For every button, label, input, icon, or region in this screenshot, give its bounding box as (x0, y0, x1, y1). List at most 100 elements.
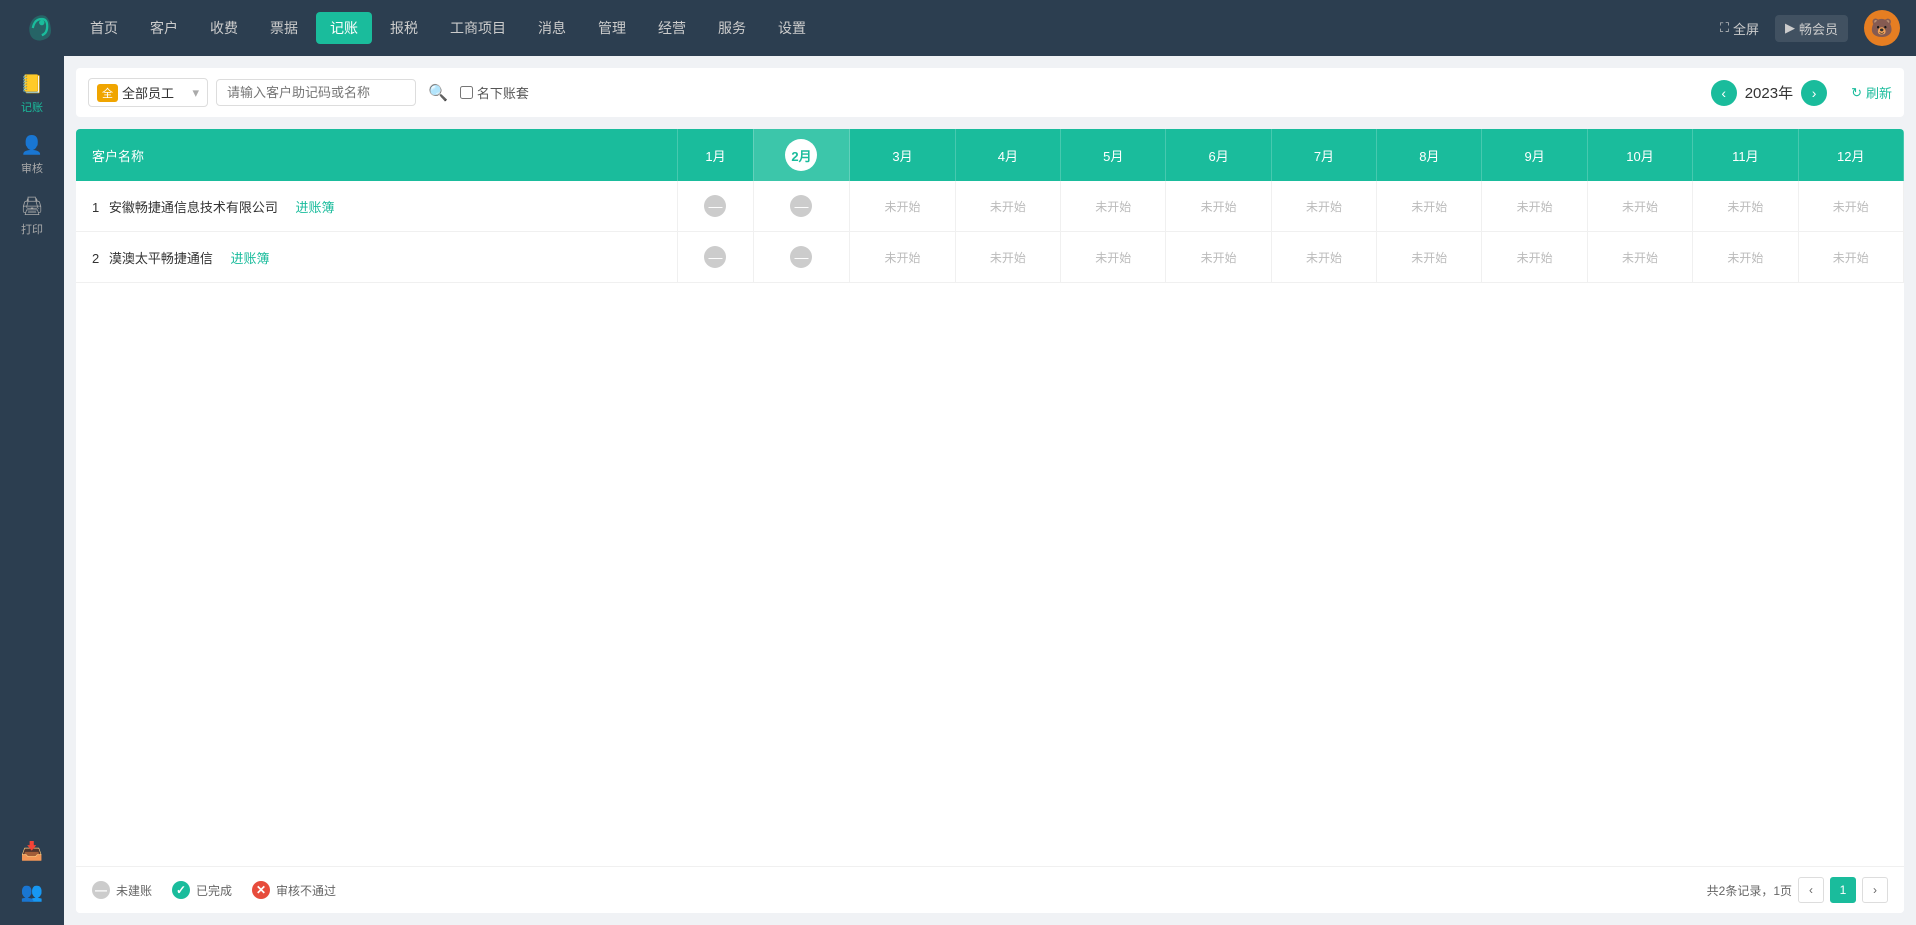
legend-dot-teal: ✓ (172, 881, 190, 899)
status-not-started: 未开始 (1095, 251, 1131, 265)
month-cell-0-4: 未开始 (1061, 181, 1166, 232)
sidebar-item-accounting[interactable]: 📒 记账 (0, 64, 64, 125)
legend-dot-red: ✕ (252, 881, 270, 899)
dropdown-icon: ▾ (192, 85, 199, 101)
nav-customer[interactable]: 客户 (136, 12, 192, 44)
users-icon: 👥 (21, 882, 43, 903)
status-not-started: 未开始 (885, 251, 921, 265)
month-cell-1-1: — (753, 232, 850, 283)
month-cell-1-9: 未开始 (1587, 232, 1692, 283)
sidebar-label-print: 打印 (21, 221, 43, 237)
total-records: 共2条记录，1页 (1707, 882, 1792, 899)
year-next-button[interactable]: › (1801, 80, 1827, 106)
nav-billing[interactable]: 收费 (196, 12, 252, 44)
status-not-started: 未开始 (1306, 200, 1342, 214)
print-icon: 🖨 (21, 196, 44, 217)
account-filter-label[interactable]: 名下账套 (460, 83, 529, 102)
nav-manage[interactable]: 管理 (584, 12, 640, 44)
status-not-created: — (790, 195, 812, 217)
table-header: 客户名称 1月 2月 3月 4月 5月 6月 7月 8月 9月 (76, 129, 1904, 181)
vip-button[interactable]: ▶ 畅会员 (1775, 15, 1848, 42)
month-cell-1-5: 未开始 (1166, 232, 1271, 283)
user-avatar[interactable]: 🐻 (1864, 10, 1900, 46)
audit-icon: 👤 (21, 135, 43, 156)
col-month-10: 10月 (1587, 129, 1692, 181)
month-cell-0-3: 未开始 (955, 181, 1060, 232)
nav-menu: 首页 客户 收费 票据 记账 报税 工商项目 消息 管理 经营 服务 设置 (76, 12, 1720, 44)
status-not-started: 未开始 (990, 251, 1026, 265)
year-navigation: ‹ 2023年 › (1711, 80, 1827, 106)
customer-index: 1 (92, 200, 99, 215)
legend-not-created: — 未建账 (92, 881, 152, 899)
search-input[interactable] (216, 79, 416, 106)
fullscreen-icon: ⛶ (1720, 20, 1729, 36)
page-prev-button[interactable]: ‹ (1798, 877, 1824, 903)
sidebar-item-users[interactable]: 👥 (21, 872, 43, 913)
month-cell-1-2: 未开始 (850, 232, 955, 283)
download-icon: 📥 (21, 841, 43, 862)
month-cell-1-0: — (678, 232, 753, 283)
play-icon: ▶ (1785, 20, 1795, 36)
col-month-5: 5月 (1061, 129, 1166, 181)
vip-label: 畅会员 (1799, 19, 1838, 38)
month-cell-1-7: 未开始 (1377, 232, 1482, 283)
page-next-button[interactable]: › (1862, 877, 1888, 903)
year-prev-button[interactable]: ‹ (1711, 80, 1737, 106)
month-cell-0-0: — (678, 181, 753, 232)
col-month-2: 2月 (753, 129, 850, 181)
entry-link-1[interactable]: 进账簿 (231, 251, 270, 266)
pagination: 共2条记录，1页 ‹ 1 › (1707, 877, 1888, 903)
search-button[interactable]: 🔍 (424, 79, 452, 107)
main-content: 全 全部员工 ▾ 🔍 名下账套 ‹ 2023年 › ↻ 刷新 (64, 56, 1916, 925)
refresh-button[interactable]: ↻ 刷新 (1851, 83, 1892, 102)
status-not-started: 未开始 (1833, 200, 1869, 214)
nav-home[interactable]: 首页 (76, 12, 132, 44)
nav-operation[interactable]: 经营 (644, 12, 700, 44)
page-1-button[interactable]: 1 (1830, 877, 1856, 903)
month-cell-1-8: 未开始 (1482, 232, 1587, 283)
sidebar-item-audit[interactable]: 👤 审核 (0, 125, 64, 186)
fullscreen-label: 全屏 (1733, 19, 1759, 38)
nav-right-section: ⛶ 全屏 ▶ 畅会员 🐻 (1720, 10, 1900, 46)
customer-name-text: 安徽畅捷通信息技术有限公司 (109, 200, 278, 215)
employee-selector[interactable]: 全 全部员工 ▾ (88, 78, 208, 107)
sidebar-item-download[interactable]: 📥 (21, 831, 43, 872)
customer-cell-0: 1 安徽畅捷通信息技术有限公司 进账簿 (76, 181, 678, 232)
employee-label: 全部员工 (122, 83, 174, 102)
status-not-started: 未开始 (1622, 200, 1658, 214)
nav-accounting[interactable]: 记账 (316, 12, 372, 44)
table-row: 2 漠澳太平畅捷通信 进账簿 ——未开始未开始未开始未开始未开始未开始未开始未开… (76, 232, 1904, 283)
account-filter-text: 名下账套 (477, 83, 529, 102)
col-month-9: 9月 (1482, 129, 1587, 181)
status-not-started: 未开始 (1727, 251, 1763, 265)
legend-label-not-created: 未建账 (116, 882, 152, 899)
nav-settings[interactable]: 设置 (764, 12, 820, 44)
active-month-badge: 2月 (785, 139, 817, 171)
col-month-1: 1月 (678, 129, 753, 181)
account-filter-checkbox[interactable] (460, 86, 473, 99)
entry-link-0[interactable]: 进账簿 (296, 200, 335, 215)
status-not-started: 未开始 (1727, 200, 1763, 214)
table-footer: — 未建账 ✓ 已完成 ✕ 审核不通过 共2条记录，1 (76, 866, 1904, 913)
nav-tax[interactable]: 报税 (376, 12, 432, 44)
accounting-icon: 📒 (21, 74, 43, 95)
nav-service[interactable]: 服务 (704, 12, 760, 44)
nav-business[interactable]: 工商项目 (436, 12, 520, 44)
legend-label-completed: 已完成 (196, 882, 232, 899)
month-cell-0-2: 未开始 (850, 181, 955, 232)
customer-cell-1: 2 漠澳太平畅捷通信 进账簿 (76, 232, 678, 283)
toolbar: 全 全部员工 ▾ 🔍 名下账套 ‹ 2023年 › ↻ 刷新 (76, 68, 1904, 117)
table-body: 1 安徽畅捷通信息技术有限公司 进账簿 ——未开始未开始未开始未开始未开始未开始… (76, 181, 1904, 283)
month-cell-0-6: 未开始 (1271, 181, 1376, 232)
col-month-6: 6月 (1166, 129, 1271, 181)
status-not-started: 未开始 (1201, 251, 1237, 265)
fullscreen-button[interactable]: ⛶ 全屏 (1720, 19, 1759, 38)
col-customer-name: 客户名称 (76, 129, 678, 181)
sidebar-item-print[interactable]: 🖨 打印 (0, 186, 64, 247)
month-cell-1-4: 未开始 (1061, 232, 1166, 283)
status-not-started: 未开始 (1411, 200, 1447, 214)
table-scroll-area[interactable]: 客户名称 1月 2月 3月 4月 5月 6月 7月 8月 9月 (76, 129, 1904, 866)
nav-message[interactable]: 消息 (524, 12, 580, 44)
status-not-started: 未开始 (1411, 251, 1447, 265)
nav-invoice[interactable]: 票据 (256, 12, 312, 44)
